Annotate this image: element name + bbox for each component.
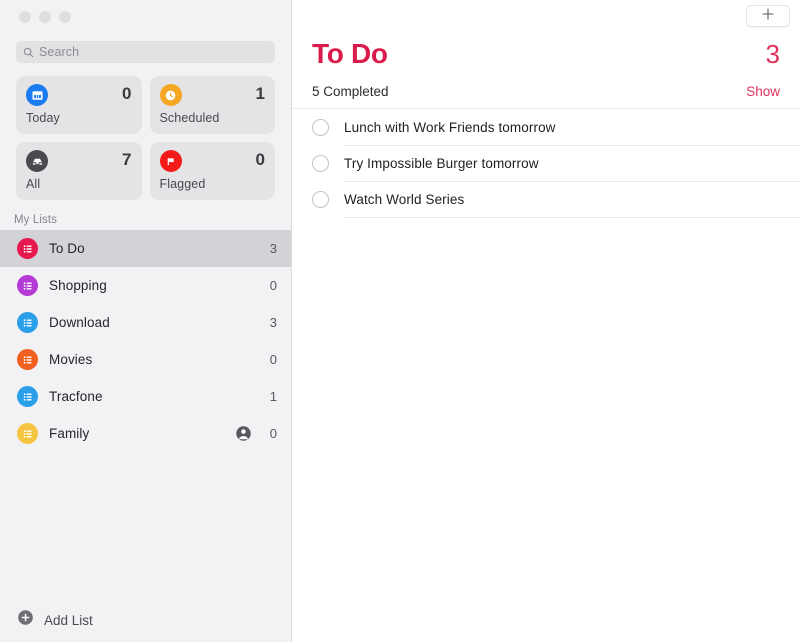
sidebar-item-shopping-count: 0 [270,278,277,293]
list-icon [17,423,38,444]
reminder-title: Lunch with Work Friends tomorrow [344,120,556,135]
search-field[interactable]: Search [16,41,275,63]
row-separator [344,145,800,146]
smart-list-flagged-count: 0 [256,150,265,170]
reminder-checkbox[interactable] [312,191,329,208]
sidebar-item-to-do-label: To Do [49,241,259,256]
reminder-checkbox[interactable] [312,155,329,172]
list-icon [17,275,38,296]
smart-list-flagged-label: Flagged [160,177,266,191]
list-header: To Do 3 [292,0,800,70]
reminder-title: Try Impossible Burger tomorrow [344,156,539,171]
reminder-row[interactable]: Try Impossible Burger tomorrow [292,145,800,181]
list-icon [17,386,38,407]
smart-lists-grid: 0 Today 1 Scheduled [0,63,291,200]
sidebar-item-movies-count: 0 [270,352,277,367]
smart-list-scheduled[interactable]: 1 Scheduled [150,76,276,134]
smart-list-all-label: All [26,177,132,191]
search-icon [23,47,34,58]
zoom-button[interactable] [59,11,71,23]
list-icon [17,238,38,259]
smart-list-today-label: Today [26,111,132,125]
reminders-list: Lunch with Work Friends tomorrow Try Imp… [292,108,800,218]
smart-list-all[interactable]: 7 All [16,142,142,200]
sidebar-item-shopping[interactable]: Shopping 0 [0,267,291,304]
smart-list-today-count: 0 [122,84,131,104]
window-traffic-lights [0,0,291,23]
inbox-icon [26,150,48,172]
sidebar-item-tracfone-count: 1 [270,389,277,404]
close-button[interactable] [19,11,31,23]
sidebar: Search 0 Today [0,0,292,642]
sidebar-item-tracfone-label: Tracfone [49,389,259,404]
reminder-title: Watch World Series [344,192,464,207]
reminder-checkbox[interactable] [312,119,329,136]
list-item-count: 3 [766,38,780,70]
plus-circle-icon [17,609,34,631]
sidebar-item-family-count: 0 [270,426,277,441]
my-lists-container: To Do 3 Shopping 0 [0,230,291,452]
row-separator [344,181,800,182]
sidebar-item-to-do[interactable]: To Do 3 [0,230,291,267]
add-reminder-button[interactable] [746,5,790,27]
smart-list-flagged[interactable]: 0 Flagged [150,142,276,200]
smart-list-all-count: 7 [122,150,131,170]
reminder-detail-pane: To Do 3 5 Completed Show Lunch with Work… [292,0,800,642]
minimize-button[interactable] [39,11,51,23]
add-list-button[interactable]: Add List [0,598,292,642]
smart-list-today[interactable]: 0 Today [16,76,142,134]
reminder-row[interactable]: Lunch with Work Friends tomorrow [292,109,800,145]
sidebar-item-movies[interactable]: Movies 0 [0,341,291,378]
plus-icon [761,7,775,26]
clock-icon [160,84,182,106]
my-lists-header: My Lists [0,200,291,230]
sidebar-item-download-count: 3 [270,315,277,330]
sidebar-item-download[interactable]: Download 3 [0,304,291,341]
smart-list-scheduled-count: 1 [256,84,265,104]
row-separator [344,217,800,218]
reminders-window: Search 0 Today [0,0,800,642]
smart-list-scheduled-label: Scheduled [160,111,266,125]
show-completed-link[interactable]: Show [746,84,780,99]
sidebar-item-family[interactable]: Family 0 [0,415,291,452]
sidebar-item-tracfone[interactable]: Tracfone 1 [0,378,291,415]
page-title: To Do [312,38,388,70]
sidebar-item-shopping-label: Shopping [49,278,259,293]
list-icon [17,312,38,333]
sidebar-item-family-label: Family [49,426,224,441]
add-list-label: Add List [44,613,93,628]
shared-person-icon [235,425,252,442]
list-icon [17,349,38,370]
sidebar-item-download-label: Download [49,315,259,330]
sidebar-item-to-do-count: 3 [270,241,277,256]
search-container: Search [0,23,291,63]
sidebar-item-movies-label: Movies [49,352,259,367]
completed-count-label: 5 Completed [312,84,389,99]
search-placeholder: Search [39,45,79,59]
flag-icon [160,150,182,172]
calendar-icon [26,84,48,106]
reminder-row[interactable]: Watch World Series [292,181,800,217]
completed-row: 5 Completed Show [292,70,800,108]
